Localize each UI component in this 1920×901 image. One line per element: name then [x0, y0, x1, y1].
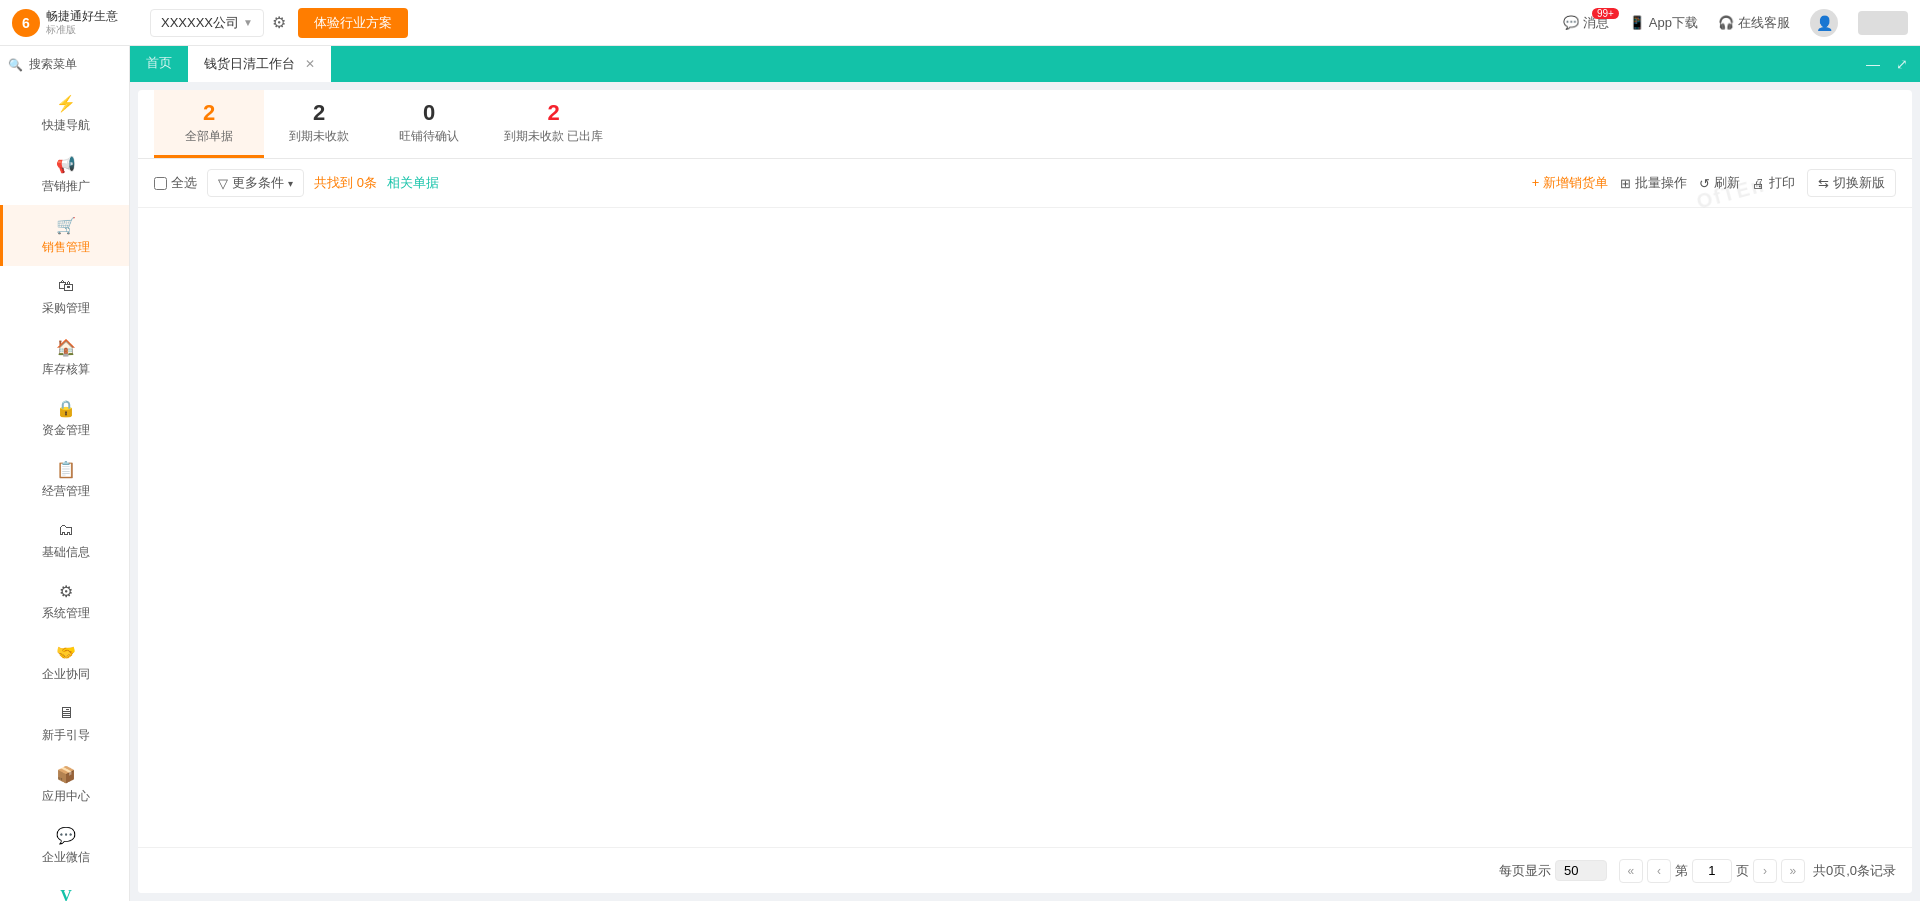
purchase-icon: 🛍	[56, 276, 76, 296]
last-page-button[interactable]: »	[1781, 859, 1805, 883]
message-icon: 💬	[1563, 15, 1579, 30]
tab-expand-icon[interactable]: ⤢	[1892, 54, 1912, 74]
layout: 🔍 搜索菜单 ⚡ 快捷导航 📢 营销推广 🛒 销售管理 🛍 采购管理 🏠 库存核…	[0, 46, 1920, 901]
dropdown-arrow-icon: ▼	[243, 17, 253, 28]
operation-icon: 📋	[56, 459, 76, 479]
batch-icon: ⊞	[1620, 176, 1631, 191]
tab-controls: — ⤢	[1862, 54, 1920, 74]
total-info: 共0页,0条记录	[1813, 862, 1896, 880]
toolbar-right: + 新增销货单 ⊞ 批量操作 ↺ 刷新 🖨 打印 ⇆	[1532, 169, 1896, 197]
logo-icon: 6	[12, 9, 40, 37]
system-icon: ⚙	[56, 581, 76, 601]
tab-shrink-icon[interactable]: —	[1862, 54, 1884, 74]
member-icon: V	[56, 886, 76, 901]
prev-page-button[interactable]: ‹	[1647, 859, 1671, 883]
app-icon: 📱	[1629, 15, 1645, 30]
sidebar-item-operation[interactable]: 📋 经营管理	[0, 449, 129, 510]
stat-tab-unshipped[interactable]: 2 到期未收款 已出库	[484, 90, 623, 158]
base-icon: 🗂	[56, 520, 76, 540]
sidebar-item-finance[interactable]: 🔒 资金管理	[0, 388, 129, 449]
content-area: 2 全部单据 2 到期未收款 0 旺铺待确认 2 到期未收款 已出库	[138, 90, 1912, 893]
sidebar: 🔍 搜索菜单 ⚡ 快捷导航 📢 营销推广 🛒 销售管理 🛍 采购管理 🏠 库存核…	[0, 46, 130, 901]
add-sales-order-button[interactable]: + 新增销货单	[1532, 174, 1608, 192]
page-size-dropdown[interactable]: 50 10 20 100	[1555, 860, 1607, 881]
appstore-icon: 📦	[56, 764, 76, 784]
sidebar-item-appstore[interactable]: 📦 应用中心	[0, 754, 129, 815]
sidebar-item-enterprise[interactable]: 🤝 企业协同	[0, 632, 129, 693]
print-button[interactable]: 🖨 打印	[1752, 174, 1795, 192]
filter-icon: ▽	[218, 176, 228, 191]
sidebar-item-guide[interactable]: 🖥 新手引导	[0, 693, 129, 754]
message-badge: 99+	[1592, 8, 1619, 19]
found-text: 共找到 0条	[314, 174, 377, 192]
sidebar-item-base[interactable]: 🗂 基础信息	[0, 510, 129, 571]
search-icon: 🔍	[8, 58, 23, 72]
logo-area: 6 畅捷通好生意 标准版	[12, 9, 142, 37]
select-all-checkbox[interactable]: 全选	[154, 174, 197, 192]
stat-tab-all[interactable]: 2 全部单据	[154, 90, 264, 158]
refresh-button[interactable]: ↺ 刷新	[1699, 174, 1740, 192]
select-all-input[interactable]	[154, 177, 167, 190]
company-selector[interactable]: XXXXXX公司 ▼	[150, 9, 264, 37]
messages-button[interactable]: 💬 消息 99+	[1563, 14, 1609, 32]
print-icon: 🖨	[1752, 176, 1765, 191]
sidebar-item-nav[interactable]: ⚡ 快捷导航	[0, 83, 129, 144]
main-area: 首页 钱货日清工作台 ✕ — ⤢ 2 全部单据 2 到期未收款	[130, 46, 1920, 901]
sidebar-item-purchase[interactable]: 🛍 采购管理	[0, 266, 129, 327]
tab-work[interactable]: 钱货日清工作台 ✕	[188, 46, 331, 82]
wechat-icon: 💬	[56, 825, 76, 845]
enterprise-icon: 🤝	[56, 642, 76, 662]
filter-button[interactable]: ▽ 更多条件 ▾	[207, 169, 304, 197]
first-page-button[interactable]: «	[1619, 859, 1643, 883]
stat-tabs: 2 全部单据 2 到期未收款 0 旺铺待确认 2 到期未收款 已出库	[138, 90, 1912, 159]
page-number-input[interactable]	[1692, 859, 1732, 883]
sidebar-search[interactable]: 🔍 搜索菜单	[0, 46, 129, 83]
pagination-bar: 每页显示 50 10 20 100 « ‹ 第 页 › »	[138, 847, 1912, 893]
sales-icon: 🛒	[56, 215, 76, 235]
sidebar-item-member[interactable]: V 畅会员	[0, 876, 129, 901]
sidebar-item-wechat[interactable]: 💬 企业微信	[0, 815, 129, 876]
nav-icon: ⚡	[56, 93, 76, 113]
settings-icon[interactable]: ⚙	[272, 13, 286, 32]
batch-operation-button[interactable]: ⊞ 批量操作	[1620, 174, 1687, 192]
app-download-button[interactable]: 📱 App下载	[1629, 14, 1698, 32]
topbar: 6 畅捷通好生意 标准版 XXXXXX公司 ▼ ⚙ 体验行业方案 💬 消息 99…	[0, 0, 1920, 46]
stat-tab-pending[interactable]: 0 旺铺待确认	[374, 90, 484, 158]
tab-bar: 首页 钱货日清工作台 ✕ — ⤢	[130, 46, 1920, 82]
finance-icon: 🔒	[56, 398, 76, 418]
filter-arrow-icon: ▾	[288, 178, 293, 189]
guide-icon: 🖥	[56, 703, 76, 723]
online-service-button[interactable]: 🎧 在线客服	[1718, 14, 1790, 32]
related-link[interactable]: 相关单据	[387, 174, 439, 192]
tab-close-icon[interactable]: ✕	[305, 57, 315, 71]
table-empty-area	[138, 208, 1912, 847]
switch-version-button[interactable]: ⇆ 切换新版	[1807, 169, 1896, 197]
logo-text: 畅捷通好生意 标准版	[46, 9, 118, 35]
sidebar-item-sales[interactable]: 🛒 销售管理	[0, 205, 129, 266]
next-page-button[interactable]: ›	[1753, 859, 1777, 883]
sidebar-item-inventory[interactable]: 🏠 库存核算	[0, 327, 129, 388]
tab-home[interactable]: 首页	[130, 46, 188, 82]
toolbar: 全选 ▽ 更多条件 ▾ 共找到 0条 相关单据 + 新增销货单 ⊞	[138, 159, 1912, 208]
page-nav: « ‹ 第 页 › »	[1619, 859, 1805, 883]
service-icon: 🎧	[1718, 15, 1734, 30]
found-count: 0	[357, 175, 364, 190]
switch-icon: ⇆	[1818, 176, 1829, 191]
try-industry-button[interactable]: 体验行业方案	[298, 8, 408, 38]
avatar[interactable]: 👤	[1810, 9, 1838, 37]
toolbar-left: 全选 ▽ 更多条件 ▾ 共找到 0条 相关单据	[154, 169, 439, 197]
stat-tab-overdue[interactable]: 2 到期未收款	[264, 90, 374, 158]
topbar-right: 💬 消息 99+ 📱 App下载 🎧 在线客服 👤	[1563, 9, 1908, 37]
user-name[interactable]	[1858, 11, 1908, 35]
sidebar-item-system[interactable]: ⚙ 系统管理	[0, 571, 129, 632]
refresh-icon: ↺	[1699, 176, 1710, 191]
inventory-icon: 🏠	[56, 337, 76, 357]
page-size-selector: 每页显示 50 10 20 100	[1499, 860, 1611, 881]
marketing-icon: 📢	[56, 154, 76, 174]
sidebar-item-marketing[interactable]: 📢 营销推广	[0, 144, 129, 205]
